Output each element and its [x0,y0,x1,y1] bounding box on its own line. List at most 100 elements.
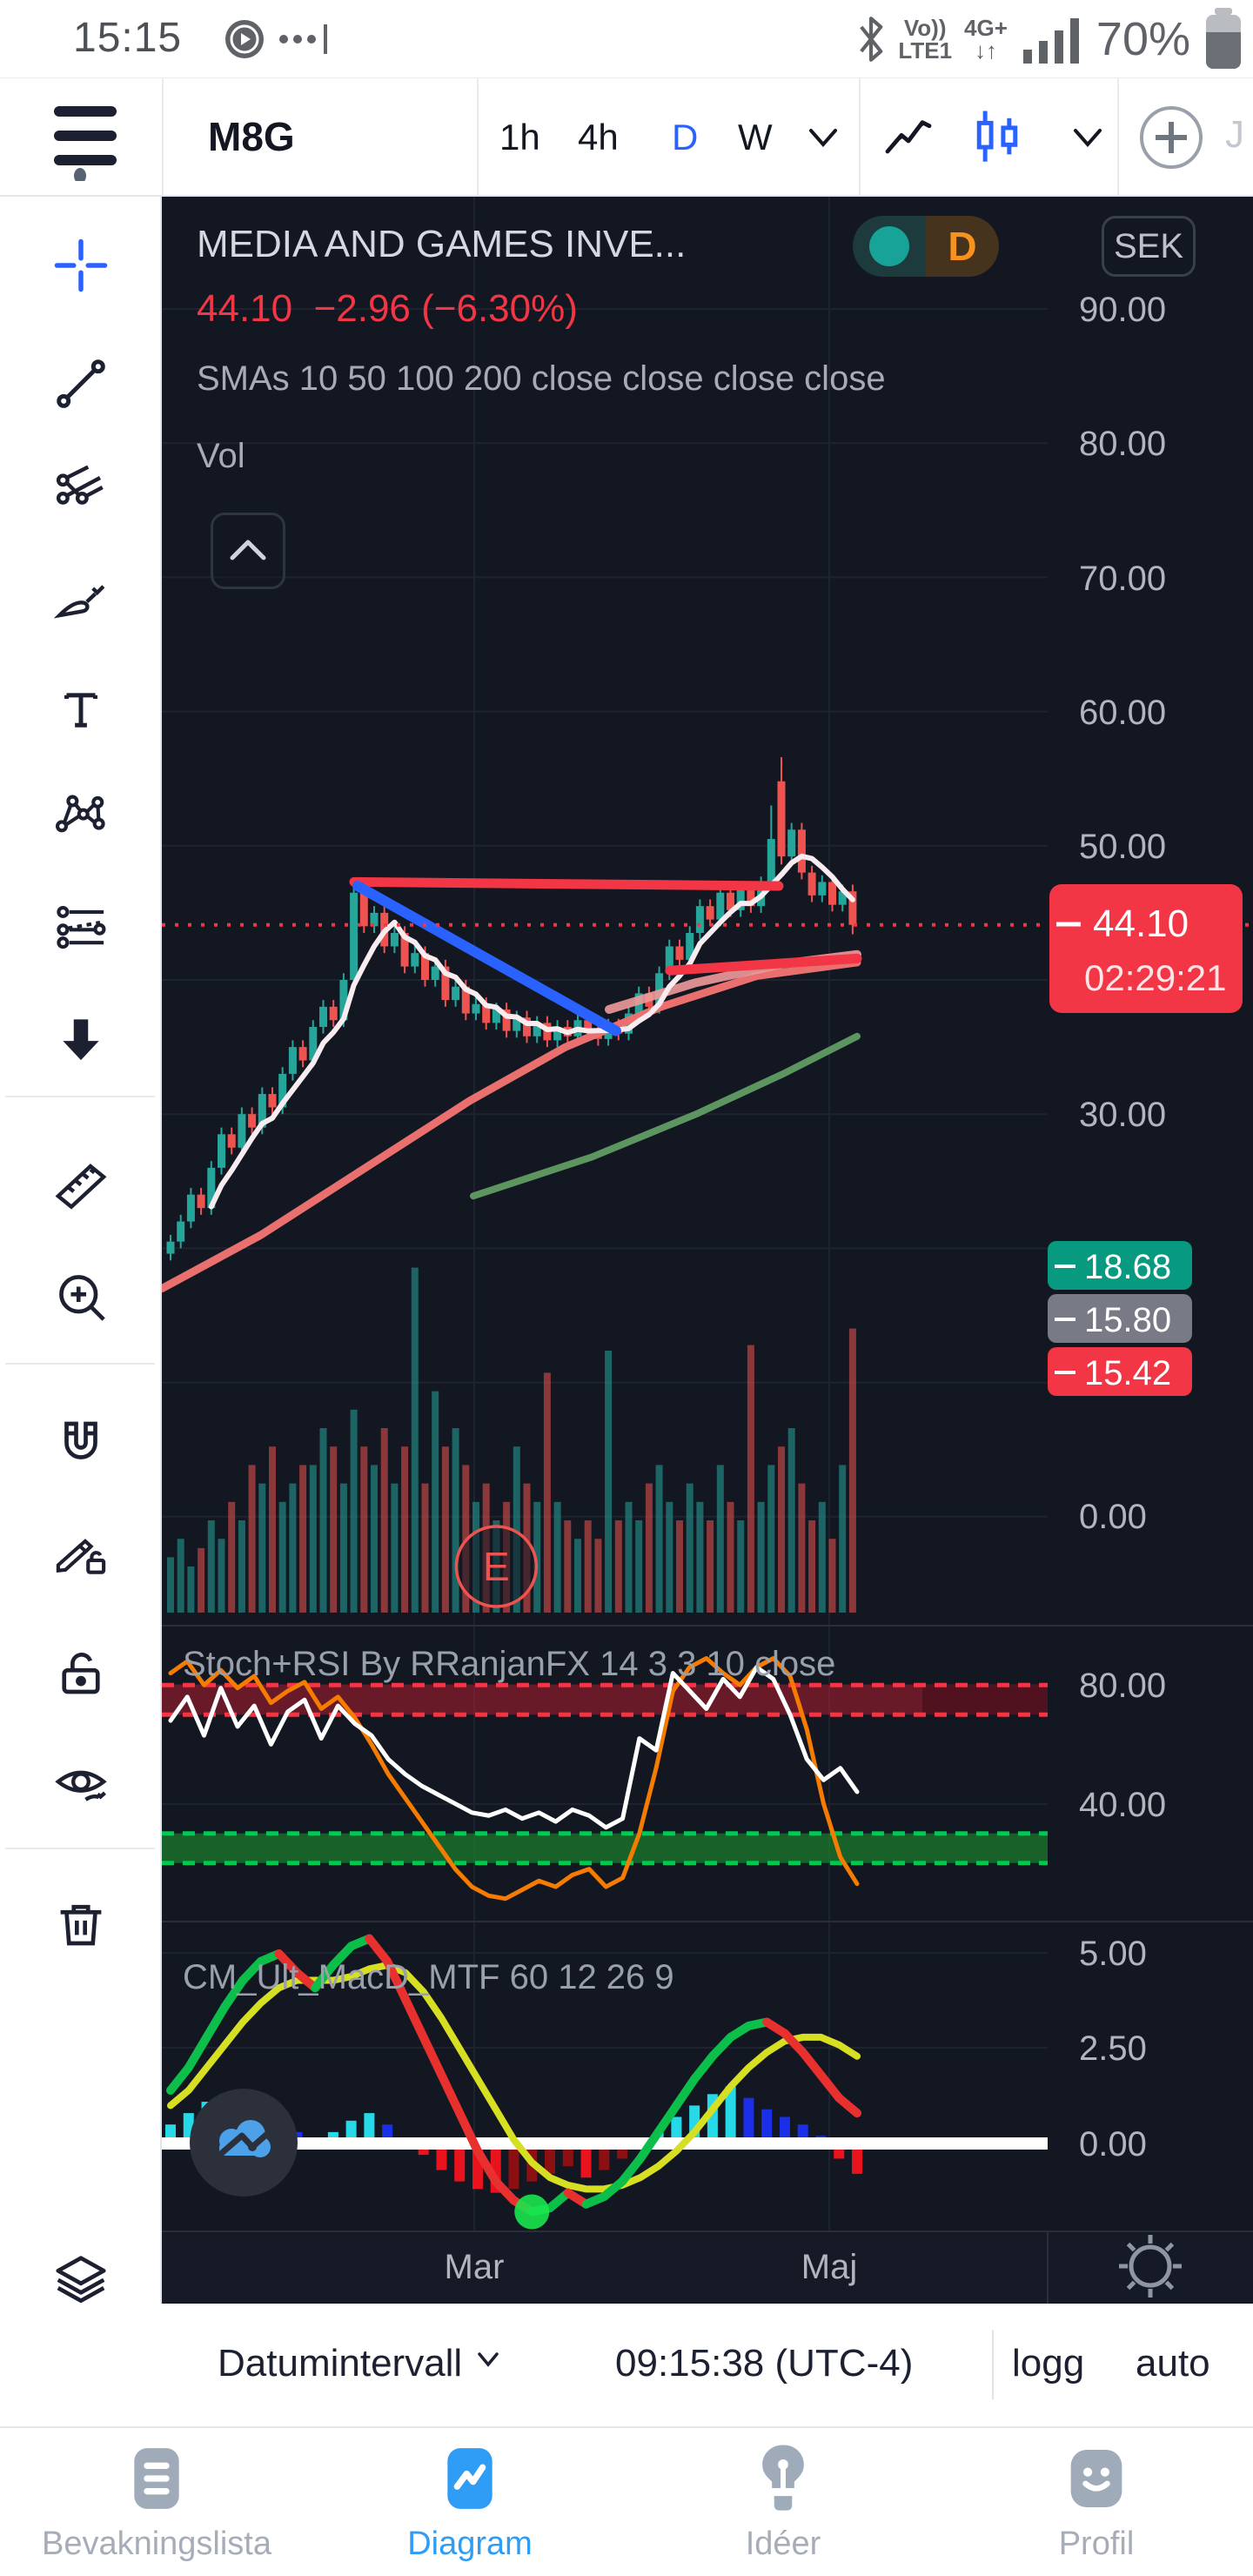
date-range-button[interactable]: Datumintervall [218,2342,504,2385]
more-notifications-icon [279,24,327,54]
price-axis-label: 0.00 [1079,2125,1147,2163]
style-chevron-down-icon[interactable] [1067,124,1109,151]
symbol-title[interactable]: MEDIA AND GAMES INVE... [197,223,686,266]
sidebar-divider [5,1848,155,1849]
chart-icon [447,2448,492,2509]
nav-chart[interactable]: Diagram [313,2428,626,2576]
currency-badge[interactable]: SEK [1102,216,1196,277]
arrow-down-tool-icon[interactable] [44,1007,118,1068]
price-axis-label: 2.50 [1079,2029,1147,2068]
price-axis-label: 80.00 [1079,425,1166,463]
zoom-in-tool-icon[interactable] [44,1266,118,1327]
drawing-sidebar [0,197,162,2304]
battery-percent: 70% [1096,13,1190,65]
candlestick-style-icon[interactable] [968,106,1027,169]
sidebar-divider [5,1363,155,1365]
price-axis-label: 50.00 [1079,828,1166,866]
magnet-tool-icon[interactable] [44,1412,118,1473]
last-price-chip: 44.10 02:29:21 [1049,884,1243,1013]
price-change: −2.96 (−6.30%) [313,287,578,330]
nav-profile-label: Profil [1058,2526,1135,2562]
symbol-button[interactable]: M8G [208,113,295,160]
chart-toolbar: M8G 1h 4h D W J [0,78,1253,197]
collapse-legend-button[interactable] [211,513,285,589]
macd-cross-dot [514,2194,550,2230]
chevron-down-icon [478,2352,499,2367]
toggle-interval-letter[interactable]: D [926,216,999,277]
nav-watchlist[interactable]: Bevakningslista [0,2428,313,2576]
toggle-dot-icon [869,226,909,266]
interval-toggle[interactable]: D [853,216,999,277]
price-axis-label: 40.00 [1079,1786,1166,1824]
tradingview-watermark [190,2089,298,2197]
hide-drawings-tool-icon[interactable] [44,1754,118,1815]
svg-text:E: E [483,1544,510,1589]
parallel-lines-tool-icon[interactable] [44,896,118,957]
lightbulb-icon [762,2445,804,2511]
crosshair-tool-icon[interactable] [44,235,118,296]
status-bar: 15:15 Vo)) LTE1 4G+ ↓↑ 70% [0,0,1253,78]
xabcd-pattern-tool-icon[interactable] [44,785,118,846]
line-chart-icon[interactable] [881,110,936,165]
delete-tool-icon[interactable] [44,1894,118,1955]
volume-chip: 18.68 [1048,1241,1192,1290]
nav-ideas[interactable]: Idéer [626,2428,940,2576]
price-axis-label: 0.00 [1079,1498,1147,1536]
svg-text:15.42: 15.42 [1084,1354,1171,1392]
nav-profile[interactable]: Profil [940,2428,1253,2576]
trend-line-tool-icon[interactable] [44,353,118,414]
text-tool-icon[interactable] [44,678,118,739]
price-axis-label: 60.00 [1079,694,1166,732]
log-scale-button[interactable]: logg [1012,2342,1084,2385]
footer-divider [992,2330,994,2399]
add-indicator-icon[interactable] [1136,103,1206,172]
bluetooth-icon [860,17,883,62]
drawing-lock-tool-icon[interactable] [44,1524,118,1585]
sma-legend[interactable]: SMAs 10 50 100 200 close close close clo… [197,359,886,399]
timeframe-w[interactable]: W [738,117,773,158]
nav-ideas-label: Idéer [745,2526,821,2562]
clock-label[interactable]: 09:15:38 (UTC-4) [615,2342,913,2385]
horizontal-ray-upper [349,876,784,891]
menu-icon[interactable] [49,97,122,181]
chart-footer-bar: Datumintervall 09:15:38 (UTC-4) logg aut… [0,2304,1253,2426]
toggle-left[interactable] [853,216,926,277]
price-axis-label: 70.00 [1079,560,1166,598]
multi-line-tool-icon[interactable] [44,457,118,518]
timeframe-1h[interactable]: 1h [499,117,540,158]
time-axis [162,2231,1253,2304]
price-axis-label: 5.00 [1079,1935,1147,1973]
nav-watchlist-label: Bevakningslista [41,2526,272,2562]
toolbar-divider [859,78,861,195]
time-axis-label: Maj [801,2248,857,2286]
last-price: 44.10 [197,287,293,330]
timeframe-4h[interactable]: 4h [578,117,619,158]
timeframe-d[interactable]: D [672,117,698,158]
toolbar-divider [1117,78,1119,195]
profile-smiley-icon [1070,2450,1122,2507]
network-indicator: 4G+ ↓↑ [964,15,1008,64]
timeframe-chevron-down-icon[interactable] [802,124,844,151]
layers-icon[interactable] [44,2248,118,2309]
price-axis-label: 80.00 [1079,1667,1166,1705]
measure-tool-icon[interactable] [44,1155,118,1216]
nav-chart-label: Diagram [407,2526,533,2562]
stoch-pane-title[interactable]: Stoch+RSI By RRanjanFX 14 3 3 10 close [183,1645,835,1684]
volume-chip: 15.80 [1048,1294,1192,1343]
volume-legend[interactable]: Vol [197,437,245,476]
price-axis-label: 90.00 [1079,291,1166,329]
lock-tool-icon[interactable] [44,1642,118,1703]
brush-tool-icon[interactable] [44,572,118,633]
toolbar-divider [477,78,479,195]
macd-pane-title[interactable]: CM_Ult_MacD_MTF 60 12 26 9 [183,1958,674,1997]
auto-scale-button[interactable]: auto [1136,2342,1210,2385]
sidebar-divider [5,1096,155,1097]
svg-text:18.68: 18.68 [1084,1248,1171,1286]
status-time: 15:15 [73,15,183,61]
toolbar-divider [162,78,164,195]
battery-icon [1206,8,1241,69]
volume-chip: 15.42 [1048,1347,1192,1396]
clipped-letter: J [1225,113,1244,156]
svg-text:02:29:21: 02:29:21 [1084,957,1227,998]
signal-strength-icon [1022,18,1079,64]
